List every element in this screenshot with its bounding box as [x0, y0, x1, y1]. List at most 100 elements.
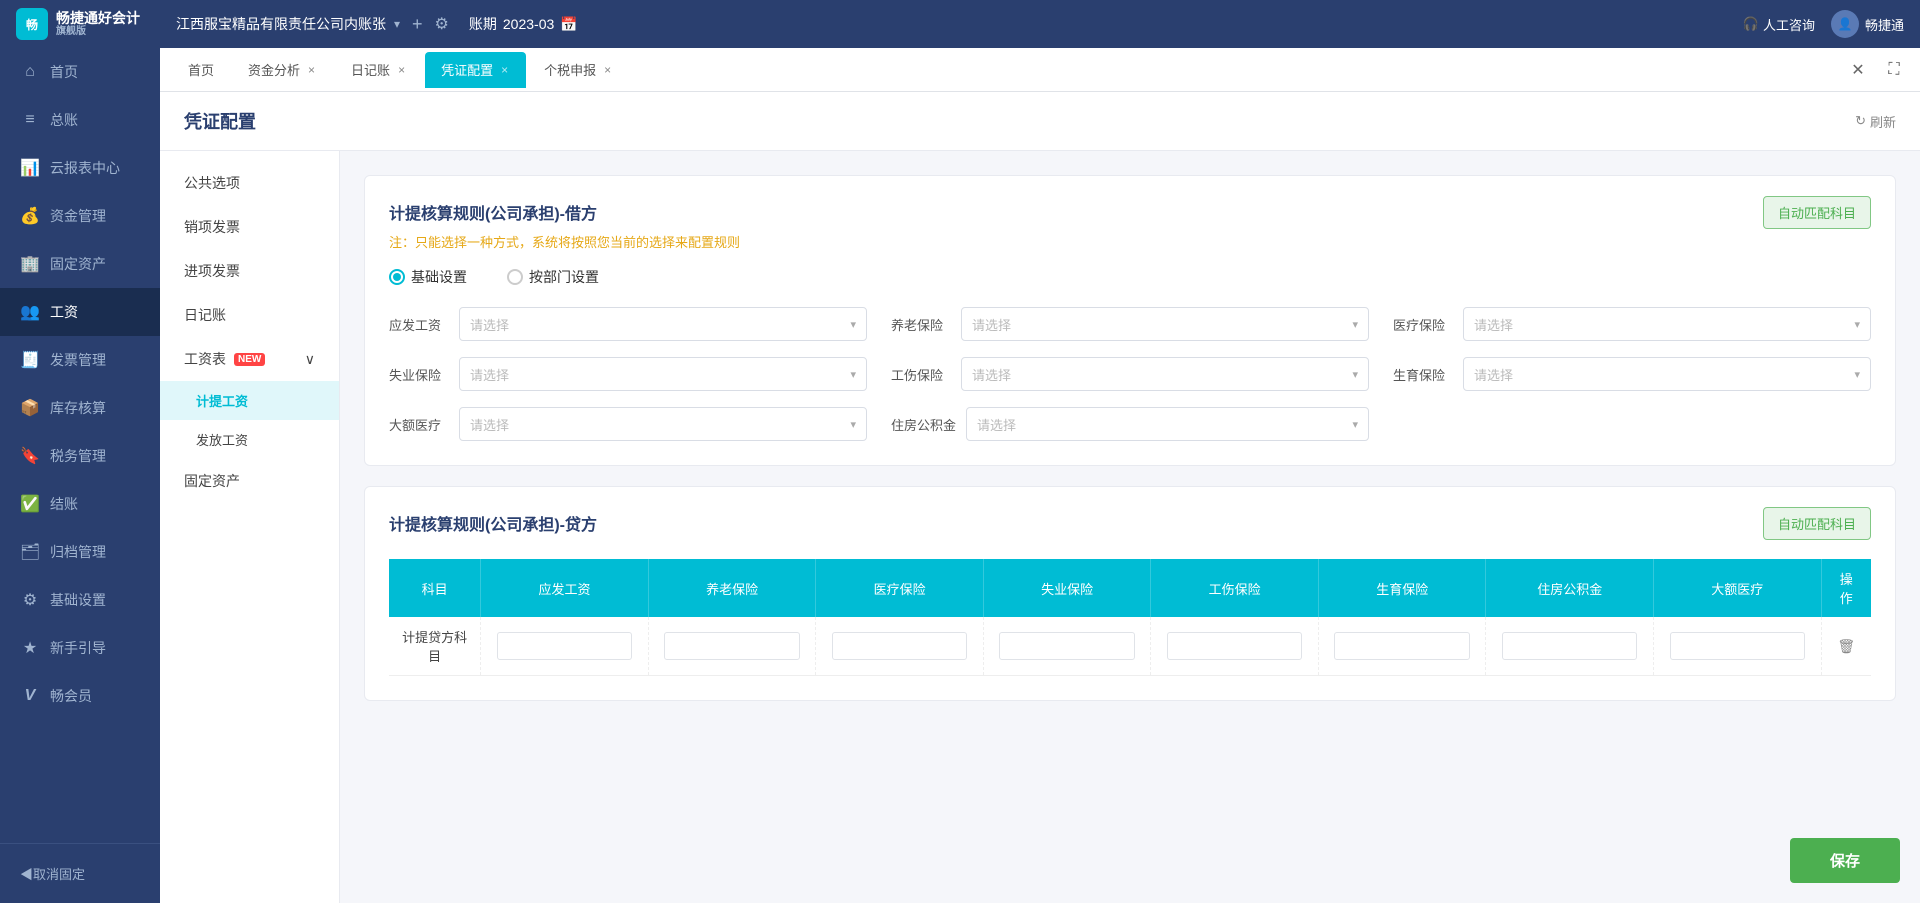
refresh-icon: ↻ [1855, 113, 1866, 129]
service-label: 人工咨询 [1763, 15, 1815, 34]
sidebar-item-home[interactable]: ⌂ 首页 [0, 48, 160, 96]
sidebar-label-salary: 工资 [50, 302, 78, 322]
section2-card: 计提核算规则(公司承担)-贷方 自动匹配科目 科目 应发工资 养老保险 医疗保险 [364, 486, 1896, 701]
input-maternity[interactable] [1334, 632, 1469, 660]
nav-sales-invoice[interactable]: 销项发票 [160, 205, 339, 249]
sidebar: ⌂ 首页 ≡ 总账 📊 云报表中心 💰 资金管理 🏢 固定资产 👥 工资 🧾 发… [0, 48, 160, 903]
calendar-icon[interactable]: 📅 [560, 16, 577, 33]
col-action: 操作 [1821, 559, 1871, 617]
tab-tax[interactable]: 个税申报 × [528, 52, 629, 88]
nav-journal[interactable]: 日记账 [160, 293, 339, 337]
tab-bar-actions: ✕ ⛶ [1844, 56, 1908, 84]
sidebar-item-ledger[interactable]: ≡ 总账 [0, 96, 160, 144]
sidebar-item-invoice[interactable]: 🧾 发票管理 [0, 336, 160, 384]
cell-action[interactable]: 🗑 [1821, 617, 1871, 676]
sidebar-item-archive[interactable]: 🗂 归档管理 [0, 528, 160, 576]
input-large-medical[interactable] [1670, 632, 1805, 660]
sidebar-item-reports[interactable]: 📊 云报表中心 [0, 144, 160, 192]
radio-basic[interactable]: 基础设置 [389, 267, 467, 287]
cell-pension[interactable] [648, 617, 816, 676]
tab-capital[interactable]: 资金分析 × [232, 52, 333, 88]
sidebar-item-vip[interactable]: V 畅会员 [0, 672, 160, 720]
app-logo: 畅 畅捷通好会计 旗舰版 [16, 8, 176, 40]
form-work-injury: 工伤保险 请选择 ▾ [891, 357, 1369, 391]
nav-calculate-salary[interactable]: 计提工资 [160, 381, 339, 420]
archive-icon: 🗂 [20, 542, 40, 562]
tab-voucher-label: 凭证配置 [441, 60, 493, 79]
cell-housing-fund[interactable] [1486, 617, 1654, 676]
nav-public[interactable]: 公共选项 [160, 161, 339, 205]
cancel-fixed-button[interactable]: ◀取消固定 [0, 854, 160, 893]
nav-pay-salary[interactable]: 发放工资 [160, 420, 339, 459]
user-menu[interactable]: 👤 畅捷通 [1831, 10, 1904, 38]
input-medical[interactable] [832, 632, 967, 660]
input-pension[interactable] [664, 632, 799, 660]
sidebar-item-inventory[interactable]: 📦 库存核算 [0, 384, 160, 432]
apply-salary-select[interactable]: 请选择 ▾ [459, 307, 867, 341]
pension-select[interactable]: 请选择 ▾ [961, 307, 1369, 341]
unemployment-select[interactable]: 请选择 ▾ [459, 357, 867, 391]
save-button[interactable]: 保存 [1790, 838, 1900, 883]
sidebar-item-guide[interactable]: ★ 新手引导 [0, 624, 160, 672]
nav-purchase-invoice-label: 进项发票 [184, 261, 240, 281]
sidebar-label-guide: 新手引导 [50, 638, 106, 658]
sidebar-label-inventory: 库存核算 [50, 398, 106, 418]
tab-voucher-close[interactable]: × [499, 63, 510, 77]
cell-medical[interactable] [816, 617, 984, 676]
sidebar-label-assets: 固定资产 [50, 254, 106, 274]
nav-salary-table[interactable]: 工资表 NEW ∨ [160, 337, 339, 381]
sidebar-item-assets[interactable]: 🏢 固定资产 [0, 240, 160, 288]
radio-dept[interactable]: 按部门设置 [507, 267, 599, 287]
sidebar-item-tax[interactable]: 🔖 税务管理 [0, 432, 160, 480]
maximize-icon[interactable]: ⛶ [1880, 56, 1908, 84]
auto-match-debit-button[interactable]: 自动匹配科目 [1763, 196, 1871, 229]
expand-icon: ∨ [305, 351, 315, 368]
service-button[interactable]: 🎧 人工咨询 [1743, 15, 1815, 34]
tab-home[interactable]: 首页 [172, 52, 230, 88]
sidebar-item-capital[interactable]: 💰 资金管理 [0, 192, 160, 240]
add-company-icon[interactable]: + [412, 14, 423, 35]
form-maternity: 生育保险 请选择 ▾ [1393, 357, 1871, 391]
logo-icon: 畅 [16, 8, 48, 40]
cell-large-medical[interactable] [1654, 617, 1822, 676]
input-apply-salary[interactable] [497, 632, 632, 660]
cell-unemployment[interactable] [983, 617, 1151, 676]
medical-select[interactable]: 请选择 ▾ [1463, 307, 1871, 341]
close-tab-icon[interactable]: ✕ [1844, 56, 1872, 84]
input-unemployment[interactable] [999, 632, 1134, 660]
sidebar-label-ledger: 总账 [50, 110, 78, 130]
input-work-injury[interactable] [1167, 632, 1302, 660]
tab-tax-close[interactable]: × [602, 63, 613, 77]
tab-voucher[interactable]: 凭证配置 × [425, 52, 526, 88]
col-medical: 医疗保险 [816, 559, 984, 617]
tab-tax-label: 个税申报 [544, 60, 596, 79]
work-injury-select[interactable]: 请选择 ▾ [961, 357, 1369, 391]
delete-row-icon[interactable]: 🗑 [1837, 638, 1855, 654]
maternity-select[interactable]: 请选择 ▾ [1463, 357, 1871, 391]
auto-match-credit-button[interactable]: 自动匹配科目 [1763, 507, 1871, 540]
tab-journal[interactable]: 日记账 × [335, 52, 423, 88]
nav-fixed-assets[interactable]: 固定资产 [160, 459, 339, 503]
refresh-button[interactable]: ↻ 刷新 [1855, 112, 1896, 131]
tab-home-label: 首页 [188, 60, 214, 79]
large-medical-select[interactable]: 请选择 ▾ [459, 407, 867, 441]
housing-fund-select[interactable]: 请选择 ▾ [966, 407, 1369, 441]
sidebar-item-salary[interactable]: 👥 工资 [0, 288, 160, 336]
tab-capital-close[interactable]: × [306, 63, 317, 77]
nav-purchase-invoice[interactable]: 进项发票 [160, 249, 339, 293]
cell-maternity[interactable] [1318, 617, 1486, 676]
sidebar-item-settle[interactable]: ✅ 结账 [0, 480, 160, 528]
settings-sidebar-icon: ⚙ [20, 590, 40, 610]
col-maternity: 生育保险 [1318, 559, 1486, 617]
app-edition: 旗舰版 [56, 26, 140, 38]
radio-basic-dot [393, 273, 401, 281]
tab-journal-close[interactable]: × [396, 63, 407, 77]
col-apply-salary: 应发工资 [481, 559, 649, 617]
sidebar-item-settings[interactable]: ⚙ 基础设置 [0, 576, 160, 624]
settings-icon[interactable]: ⚙ [435, 14, 449, 34]
cell-work-injury[interactable] [1151, 617, 1319, 676]
cell-apply-salary[interactable] [481, 617, 649, 676]
input-housing-fund[interactable] [1502, 632, 1637, 660]
company-selector[interactable]: 江西服宝精品有限责任公司内账张 ▾ + ⚙ 账期 2023-03 📅 [176, 14, 1743, 35]
maternity-label: 生育保险 [1393, 365, 1453, 384]
